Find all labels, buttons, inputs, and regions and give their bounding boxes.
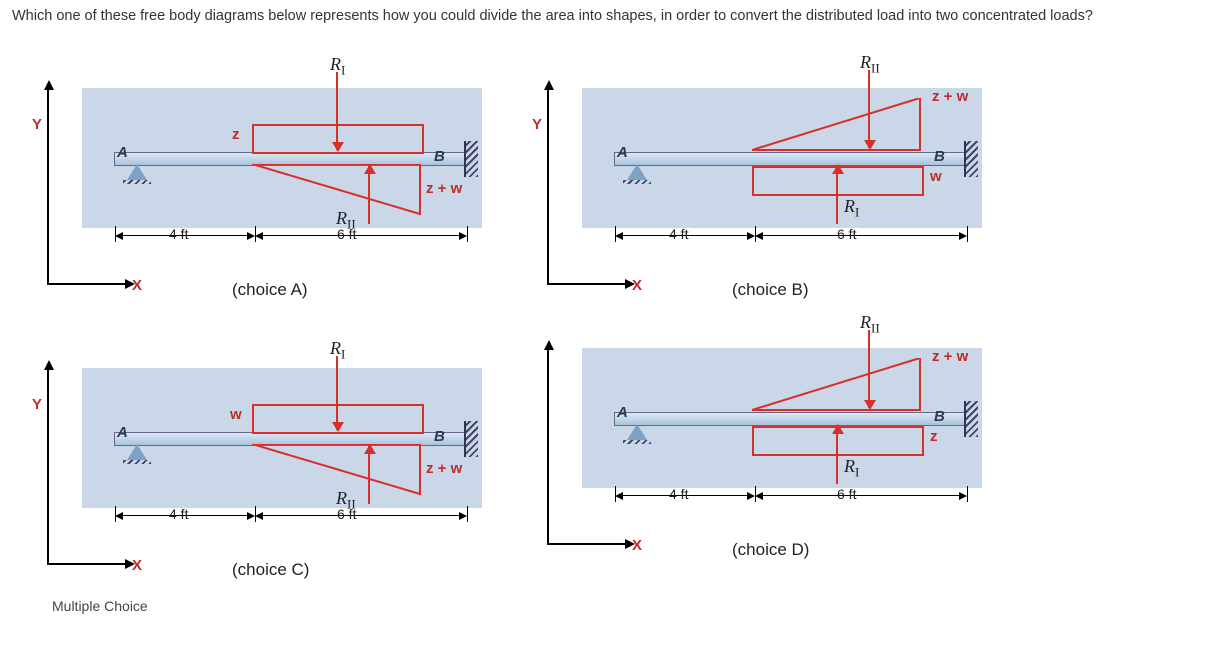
point-a-label: A [117, 144, 128, 161]
resultant-r1-arrow [836, 426, 838, 484]
diagram-choice-d: X A B z + w RII z RI [512, 308, 1012, 568]
rect-load-label: z [232, 126, 240, 143]
triangle-load-shape [752, 358, 922, 412]
resultant-r1-label: RI [844, 196, 859, 221]
axis-y-label: Y [532, 116, 542, 133]
beam-icon [614, 412, 966, 426]
dim-left: 4 ft [669, 486, 688, 502]
diagram-choice-a: Y X A B z RI [12, 28, 512, 308]
choice-c-label: (choice C) [232, 560, 309, 580]
rect-load-label: z [930, 428, 938, 445]
multiple-choice-heading: Multiple Choice [52, 598, 1212, 614]
rect-load-label: w [230, 406, 242, 423]
dim-right: 6 ft [837, 486, 856, 502]
diagram-grid: Y X A B z RI [12, 28, 1212, 588]
resultant-r2-arrow [868, 70, 870, 148]
point-a-label: A [617, 144, 628, 161]
fixed-support-icon [464, 141, 478, 177]
point-a-label: A [617, 404, 628, 421]
axis-y-label: Y [32, 116, 42, 133]
axis-y-label: Y [32, 396, 42, 413]
resultant-r1-label: RI [330, 54, 345, 79]
resultant-r2-arrow [868, 330, 870, 408]
dimension-row: 4 ft 6 ft [107, 228, 477, 252]
dimension-row: 4 ft 6 ft [607, 488, 977, 512]
triangle-load-label: z + w [932, 88, 968, 105]
diagram-choice-b: Y X A B z + w RII w [512, 28, 1012, 308]
dim-right: 6 ft [837, 226, 856, 242]
diagram-choice-c: Y X A B w RI z + w RII [12, 308, 512, 588]
resultant-r1-label: RI [330, 338, 345, 363]
point-b-label: B [934, 408, 945, 425]
resultant-r2-arrow [368, 446, 370, 504]
pin-support-icon [127, 164, 147, 180]
pin-support-icon [127, 444, 147, 460]
fixed-support-icon [464, 421, 478, 457]
resultant-r2-label: RII [860, 52, 880, 77]
resultant-r1-label: RI [844, 456, 859, 481]
resultant-r2-arrow [368, 166, 370, 224]
point-b-label: B [434, 428, 445, 445]
resultant-r1-arrow [336, 72, 338, 150]
dimension-row: 4 ft 6 ft [607, 228, 977, 252]
triangle-load-label: z + w [426, 460, 462, 477]
point-b-label: B [434, 148, 445, 165]
fixed-support-icon [964, 401, 978, 437]
triangle-load-label: z + w [932, 348, 968, 365]
point-a-label: A [117, 424, 128, 441]
resultant-r1-arrow [836, 166, 838, 224]
pin-support-icon [627, 424, 647, 440]
rect-load-label: w [930, 168, 942, 185]
point-b-label: B [934, 148, 945, 165]
dim-right: 6 ft [337, 226, 356, 242]
question-text: Which one of these free body diagrams be… [12, 8, 1212, 24]
dim-left: 4 ft [169, 506, 188, 522]
dim-left: 4 ft [169, 226, 188, 242]
triangle-load-shape [752, 98, 922, 152]
resultant-r2-label: RII [860, 312, 880, 337]
fixed-support-icon [964, 141, 978, 177]
dim-left: 4 ft [669, 226, 688, 242]
pin-support-icon [627, 164, 647, 180]
resultant-r1-arrow [336, 356, 338, 430]
choice-a-label: (choice A) [232, 280, 308, 300]
dim-right: 6 ft [337, 506, 356, 522]
choice-b-label: (choice B) [732, 280, 809, 300]
beam-icon [614, 152, 966, 166]
triangle-load-label: z + w [426, 180, 462, 197]
dimension-row: 4 ft 6 ft [107, 508, 477, 532]
choice-d-label: (choice D) [732, 540, 809, 560]
